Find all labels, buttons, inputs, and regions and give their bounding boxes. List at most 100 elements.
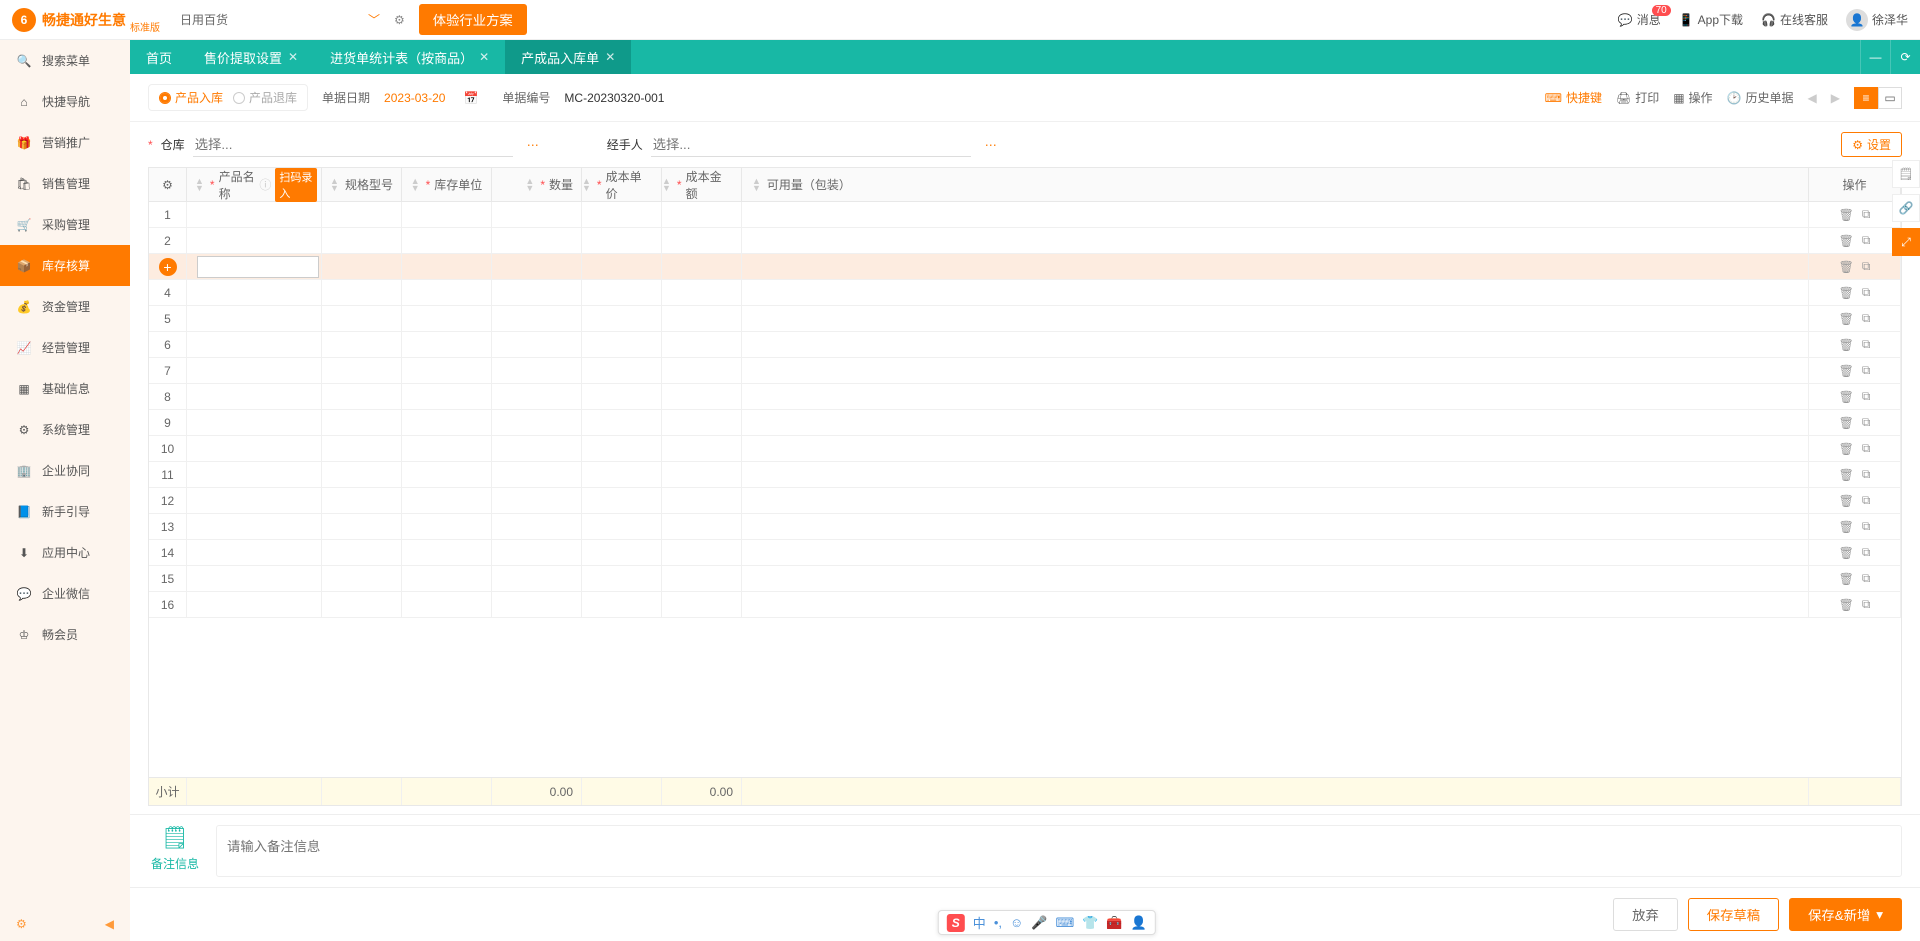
copy-icon[interactable]: ⧉ [1862, 285, 1871, 300]
cell-amount[interactable] [662, 488, 742, 513]
name-input[interactable] [197, 256, 319, 278]
cell-price[interactable] [582, 254, 662, 279]
cell-name[interactable] [187, 566, 322, 591]
warehouse-more-icon[interactable]: ⋯ [527, 138, 539, 152]
radio-product-in[interactable]: 产品入库 [159, 89, 223, 106]
copy-icon[interactable]: ⧉ [1862, 415, 1871, 430]
cell-spec[interactable] [322, 592, 402, 617]
col-name[interactable]: ▲▼ *产品名称ⓘ 扫码录入 [187, 168, 322, 201]
sidebar-item-11[interactable]: 📘新手引导 [0, 491, 130, 532]
cell-available[interactable] [742, 436, 1809, 461]
cell-unit[interactable] [402, 462, 492, 487]
delete-icon[interactable]: 🗑 [1839, 364, 1854, 378]
table-row[interactable]: 16🗑⧉ [149, 592, 1901, 618]
table-row[interactable]: 1🗑⧉ [149, 202, 1901, 228]
sidebar-item-6[interactable]: 💰资金管理 [0, 286, 130, 327]
cell-price[interactable] [582, 332, 662, 357]
tab-0[interactable]: 首页 [130, 40, 188, 74]
app-download-link[interactable]: 📱 App下载 [1679, 11, 1743, 28]
delete-icon[interactable]: 🗑 [1839, 546, 1854, 560]
cell-unit[interactable] [402, 592, 492, 617]
radio-product-out[interactable]: 产品退库 [233, 89, 297, 106]
cell-available[interactable] [742, 202, 1809, 227]
cell-amount[interactable] [662, 306, 742, 331]
delete-icon[interactable]: 🗑 [1839, 286, 1854, 300]
cell-price[interactable] [582, 566, 662, 591]
cell-qty[interactable] [492, 358, 582, 383]
delete-icon[interactable]: 🗑 [1839, 390, 1854, 404]
cell-spec[interactable] [322, 540, 402, 565]
col-spec[interactable]: ▲▼规格型号 [322, 168, 402, 201]
close-icon[interactable]: ✕ [479, 50, 489, 64]
cell-qty[interactable] [492, 202, 582, 227]
cell-available[interactable] [742, 540, 1809, 565]
cell-price[interactable] [582, 462, 662, 487]
prev-icon[interactable]: ◀ [1808, 91, 1817, 105]
delete-icon[interactable]: 🗑 [1839, 494, 1854, 508]
copy-icon[interactable]: ⧉ [1862, 337, 1871, 352]
table-row[interactable]: 8🗑⧉ [149, 384, 1901, 410]
cell-unit[interactable] [402, 254, 492, 279]
cell-qty[interactable] [492, 436, 582, 461]
ime-skin-icon[interactable]: 👕 [1082, 915, 1098, 931]
cell-name[interactable] [187, 540, 322, 565]
table-row[interactable]: 14🗑⧉ [149, 540, 1901, 566]
delete-icon[interactable]: 🗑 [1839, 598, 1854, 612]
delete-icon[interactable]: 🗑 [1839, 338, 1854, 352]
cell-spec[interactable] [322, 436, 402, 461]
cell-amount[interactable] [662, 436, 742, 461]
table-row[interactable]: 12🗑⧉ [149, 488, 1901, 514]
col-amount[interactable]: ▲▼*成本金额 [662, 168, 742, 201]
cell-available[interactable] [742, 514, 1809, 539]
ime-user-icon[interactable]: 👤 [1131, 915, 1147, 931]
cell-qty[interactable] [492, 514, 582, 539]
calendar-icon[interactable]: 📅 [463, 91, 478, 105]
delete-icon[interactable]: 🗑 [1839, 442, 1854, 456]
operate-link[interactable]: ▦操作 [1673, 89, 1712, 106]
handler-input[interactable] [651, 133, 971, 157]
cell-amount[interactable] [662, 332, 742, 357]
sidebar-item-8[interactable]: ▦基础信息 [0, 368, 130, 409]
cell-unit[interactable] [402, 332, 492, 357]
cell-name[interactable] [187, 202, 322, 227]
cell-price[interactable] [582, 592, 662, 617]
scan-tag[interactable]: 扫码录入 [275, 168, 317, 202]
delete-icon[interactable]: 🗑 [1839, 208, 1854, 222]
cell-unit[interactable] [402, 410, 492, 435]
cell-unit[interactable] [402, 384, 492, 409]
float-expand-icon[interactable]: ⤢ [1892, 228, 1920, 256]
cell-available[interactable] [742, 592, 1809, 617]
copy-icon[interactable]: ⧉ [1862, 467, 1871, 482]
gear-icon[interactable]: ⚙ [394, 13, 405, 27]
cell-price[interactable] [582, 202, 662, 227]
messages-link[interactable]: 💬 消息 70 [1618, 11, 1661, 28]
cell-available[interactable] [742, 384, 1809, 409]
delete-icon[interactable]: 🗑 [1839, 312, 1854, 326]
table-row[interactable]: 5🗑⧉ [149, 306, 1901, 332]
remark-input[interactable] [216, 825, 1902, 877]
cell-name[interactable] [187, 462, 322, 487]
copy-icon[interactable]: ⧉ [1862, 571, 1871, 586]
cell-name[interactable] [187, 280, 322, 305]
table-row[interactable]: 6🗑⧉ [149, 332, 1901, 358]
cell-unit[interactable] [402, 436, 492, 461]
cell-available[interactable] [742, 306, 1809, 331]
sidebar-item-4[interactable]: 🛒采购管理 [0, 204, 130, 245]
cell-unit[interactable] [402, 358, 492, 383]
try-solution-button[interactable]: 体验行业方案 [419, 4, 527, 35]
cell-spec[interactable] [322, 358, 402, 383]
table-row[interactable]: 10🗑⧉ [149, 436, 1901, 462]
sidebar-item-13[interactable]: 💬企业微信 [0, 573, 130, 614]
discard-button[interactable]: 放弃 [1613, 898, 1678, 931]
print-link[interactable]: 🖨打印 [1616, 89, 1659, 106]
cell-unit[interactable] [402, 540, 492, 565]
cell-amount[interactable] [662, 410, 742, 435]
cell-amount[interactable] [662, 514, 742, 539]
delete-icon[interactable]: 🗑 [1839, 572, 1854, 586]
table-row[interactable]: 7🗑⧉ [149, 358, 1901, 384]
cell-amount[interactable] [662, 202, 742, 227]
cell-spec[interactable] [322, 202, 402, 227]
delete-icon[interactable]: 🗑 [1839, 468, 1854, 482]
cell-amount[interactable] [662, 540, 742, 565]
copy-icon[interactable]: ⧉ [1862, 259, 1871, 274]
